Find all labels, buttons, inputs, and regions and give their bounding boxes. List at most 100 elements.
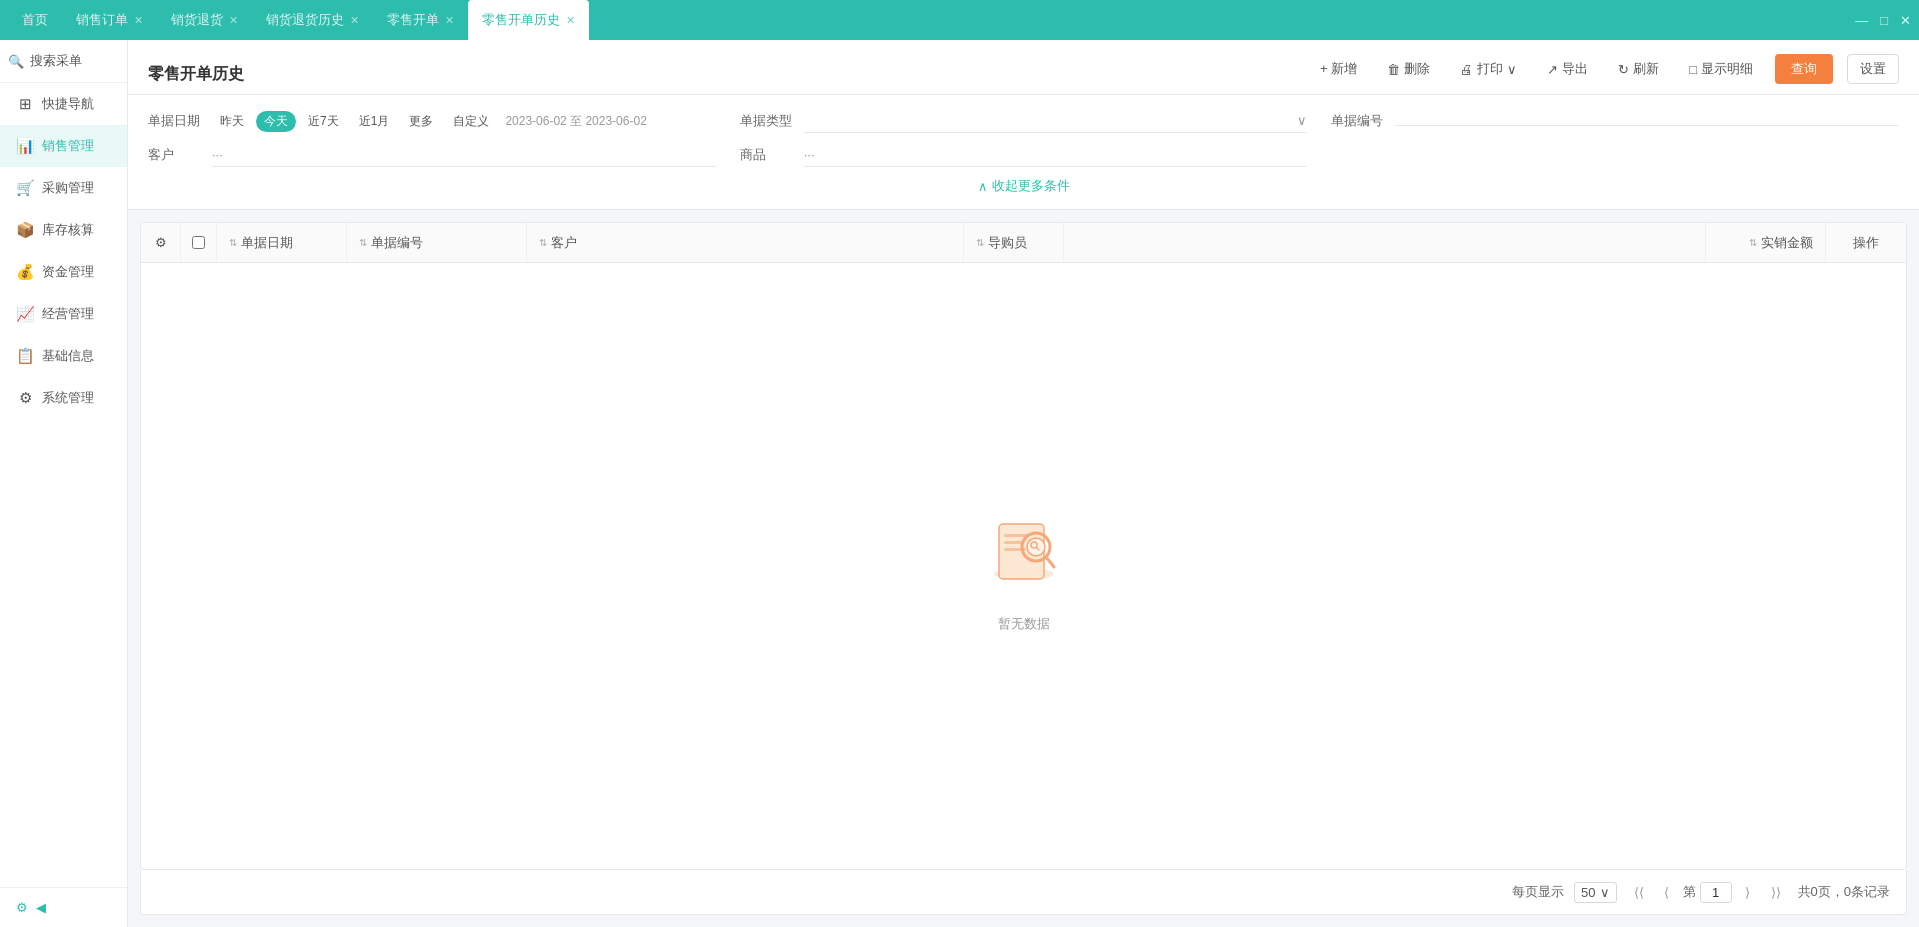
window-close[interactable]: ✕ (1900, 13, 1911, 28)
page-last-btn[interactable]: ⟩⟩ (1764, 880, 1788, 904)
sidebar-item-quick-nav[interactable]: ⊞ 快捷导航 (0, 83, 127, 125)
filter-doc-type-label: 单据类型 (740, 112, 796, 130)
page-current[interactable]: 1 (1700, 882, 1732, 903)
print-button[interactable]: 🖨 打印 ∨ (1452, 56, 1525, 82)
sort-customer-icon: ⇅ (539, 237, 547, 248)
date-range: 2023-06-02 至 2023-06-02 (505, 113, 646, 130)
print-icon: 🖨 (1460, 62, 1473, 77)
sort-guide-icon: ⇅ (976, 237, 984, 248)
sidebar-collapse-icon[interactable]: ◀ (36, 900, 46, 915)
tab-sales-return-history-close[interactable]: ✕ (350, 15, 359, 26)
date-btn-last7[interactable]: 近7天 (300, 111, 347, 132)
checkbox-icon: □ (1689, 62, 1697, 77)
content-area: 零售开单历史 + 新增 🗑 删除 🖨 打印 ∨ ↗ 导出 (128, 40, 1919, 927)
sales-mgmt-icon: 📊 (16, 137, 34, 155)
th-date[interactable]: ⇅ 单据日期 (217, 223, 347, 262)
date-btn-more[interactable]: 更多 (401, 111, 441, 132)
th-settings[interactable]: ⚙ (141, 223, 181, 262)
th-customer[interactable]: ⇅ 客户 (527, 223, 964, 262)
page-prev-btn[interactable]: ⟨ (1655, 880, 1679, 904)
export-button-label: 导出 (1562, 60, 1588, 78)
tab-sales-return[interactable]: 销货退货 ✕ (157, 0, 252, 40)
tab-sales-return-history[interactable]: 销货退货历史 ✕ (252, 0, 373, 40)
filter-goods-input[interactable]: ··· (804, 143, 1308, 167)
sidebar-item-purchase-mgmt[interactable]: 🛒 采购管理 (0, 167, 127, 209)
settings-button[interactable]: 设置 (1847, 54, 1899, 84)
page-size-arrow: ∨ (1600, 885, 1610, 900)
page-header: 零售开单历史 + 新增 🗑 删除 🖨 打印 ∨ ↗ 导出 (128, 40, 1919, 95)
sidebar-search-inner[interactable]: 🔍 搜索采单 (8, 52, 119, 70)
tab-retail-open-close[interactable]: ✕ (445, 15, 454, 26)
query-button[interactable]: 查询 (1775, 54, 1833, 84)
page-nav: ⟨⟨ ⟨ 第 1 ⟩ ⟩⟩ (1627, 880, 1788, 904)
tab-sales-order[interactable]: 销售订单 ✕ (62, 0, 157, 40)
window-maximize[interactable]: □ (1880, 13, 1888, 28)
filter-goods: 商品 ··· (740, 143, 1308, 167)
tab-retail-open-history-close[interactable]: ✕ (566, 15, 575, 26)
th-checkbox[interactable] (181, 223, 217, 262)
tab-retail-open[interactable]: 零售开单 ✕ (373, 0, 468, 40)
page-size-select[interactable]: 50 ∨ (1574, 882, 1616, 903)
display-detail-label: 显示明细 (1701, 60, 1753, 78)
tab-sales-return-close[interactable]: ✕ (229, 15, 238, 26)
th-customer-label: 客户 (551, 234, 577, 252)
sidebar-bottom[interactable]: ⚙ ◀ (0, 887, 127, 927)
settings-button-label: 设置 (1860, 60, 1886, 78)
th-spacer (1064, 223, 1706, 262)
sidebar-item-finance-label: 资金管理 (42, 263, 94, 281)
tab-home-label: 首页 (22, 11, 48, 29)
sort-date-icon: ⇅ (229, 237, 237, 248)
filter-customer: 客户 ··· (148, 143, 716, 167)
toolbar: + 新增 🗑 删除 🖨 打印 ∨ ↗ 导出 ↻ 刷新 (1312, 54, 1899, 94)
th-amount[interactable]: ⇅ 实销金额 (1706, 223, 1826, 262)
date-btn-yesterday[interactable]: 昨天 (212, 111, 252, 132)
basic-info-icon: 📋 (16, 347, 34, 365)
export-icon: ↗ (1547, 62, 1558, 77)
th-no[interactable]: ⇅ 单据编号 (347, 223, 527, 262)
select-all-checkbox[interactable] (192, 236, 205, 249)
date-btn-last-month[interactable]: 近1月 (351, 111, 398, 132)
new-button[interactable]: + 新增 (1312, 56, 1365, 82)
pagination-bar: 每页显示 50 ∨ ⟨⟨ ⟨ 第 1 ⟩ ⟩⟩ 共0页，0条记录 (140, 870, 1907, 915)
inventory-icon: 📦 (16, 221, 34, 239)
th-no-label: 单据编号 (371, 234, 423, 252)
sidebar-item-finance[interactable]: 💰 资金管理 (0, 251, 127, 293)
page-first-btn[interactable]: ⟨⟨ (1627, 880, 1651, 904)
page-next-btn[interactable]: ⟩ (1736, 880, 1760, 904)
display-detail-button[interactable]: □ 显示明细 (1681, 56, 1761, 82)
filter-doc-no-input[interactable] (1395, 117, 1899, 126)
date-btn-custom[interactable]: 自定义 (445, 111, 497, 132)
th-action: 操作 (1826, 223, 1906, 262)
filter-customer-value: ··· (212, 147, 223, 162)
collapse-label: 收起更多条件 (992, 177, 1070, 195)
refresh-button[interactable]: ↻ 刷新 (1610, 56, 1667, 82)
sidebar-item-basic-info[interactable]: 📋 基础信息 (0, 335, 127, 377)
filter-doc-type-select[interactable]: ∨ (804, 109, 1308, 133)
export-button[interactable]: ↗ 导出 (1539, 56, 1596, 82)
sidebar-item-business[interactable]: 📈 经营管理 (0, 293, 127, 335)
page-size-value: 50 (1581, 885, 1595, 900)
date-btn-today[interactable]: 今天 (256, 111, 296, 132)
filter-customer-label: 客户 (148, 146, 204, 164)
print-arrow-icon: ∨ (1507, 62, 1517, 77)
delete-button[interactable]: 🗑 删除 (1379, 56, 1438, 82)
business-icon: 📈 (16, 305, 34, 323)
sidebar-item-system[interactable]: ⚙ 系统管理 (0, 377, 127, 419)
tab-home[interactable]: 首页 (8, 0, 62, 40)
tab-sales-order-label: 销售订单 (76, 11, 128, 29)
tab-retail-open-history[interactable]: 零售开单历史 ✕ (468, 0, 589, 40)
empty-state: 暂无数据 (141, 263, 1906, 869)
filter-customer-input[interactable]: ··· (212, 143, 716, 167)
sidebar-item-business-label: 经营管理 (42, 305, 94, 323)
tab-sales-order-close[interactable]: ✕ (134, 15, 143, 26)
window-minimize[interactable]: — (1855, 13, 1868, 28)
quick-nav-icon: ⊞ (16, 95, 34, 113)
sidebar-item-sales-mgmt[interactable]: 📊 销售管理 (0, 125, 127, 167)
sidebar-item-inventory[interactable]: 📦 库存核算 (0, 209, 127, 251)
collapse-button[interactable]: ∧ 收起更多条件 (148, 177, 1899, 195)
filter-doc-type: 单据类型 ∨ (740, 109, 1308, 133)
sidebar-settings-icon[interactable]: ⚙ (16, 900, 28, 915)
th-guide[interactable]: ⇅ 导购员 (964, 223, 1064, 262)
sidebar-search[interactable]: 🔍 搜索采单 (0, 40, 127, 83)
filter-doc-type-arrow: ∨ (1297, 113, 1307, 128)
